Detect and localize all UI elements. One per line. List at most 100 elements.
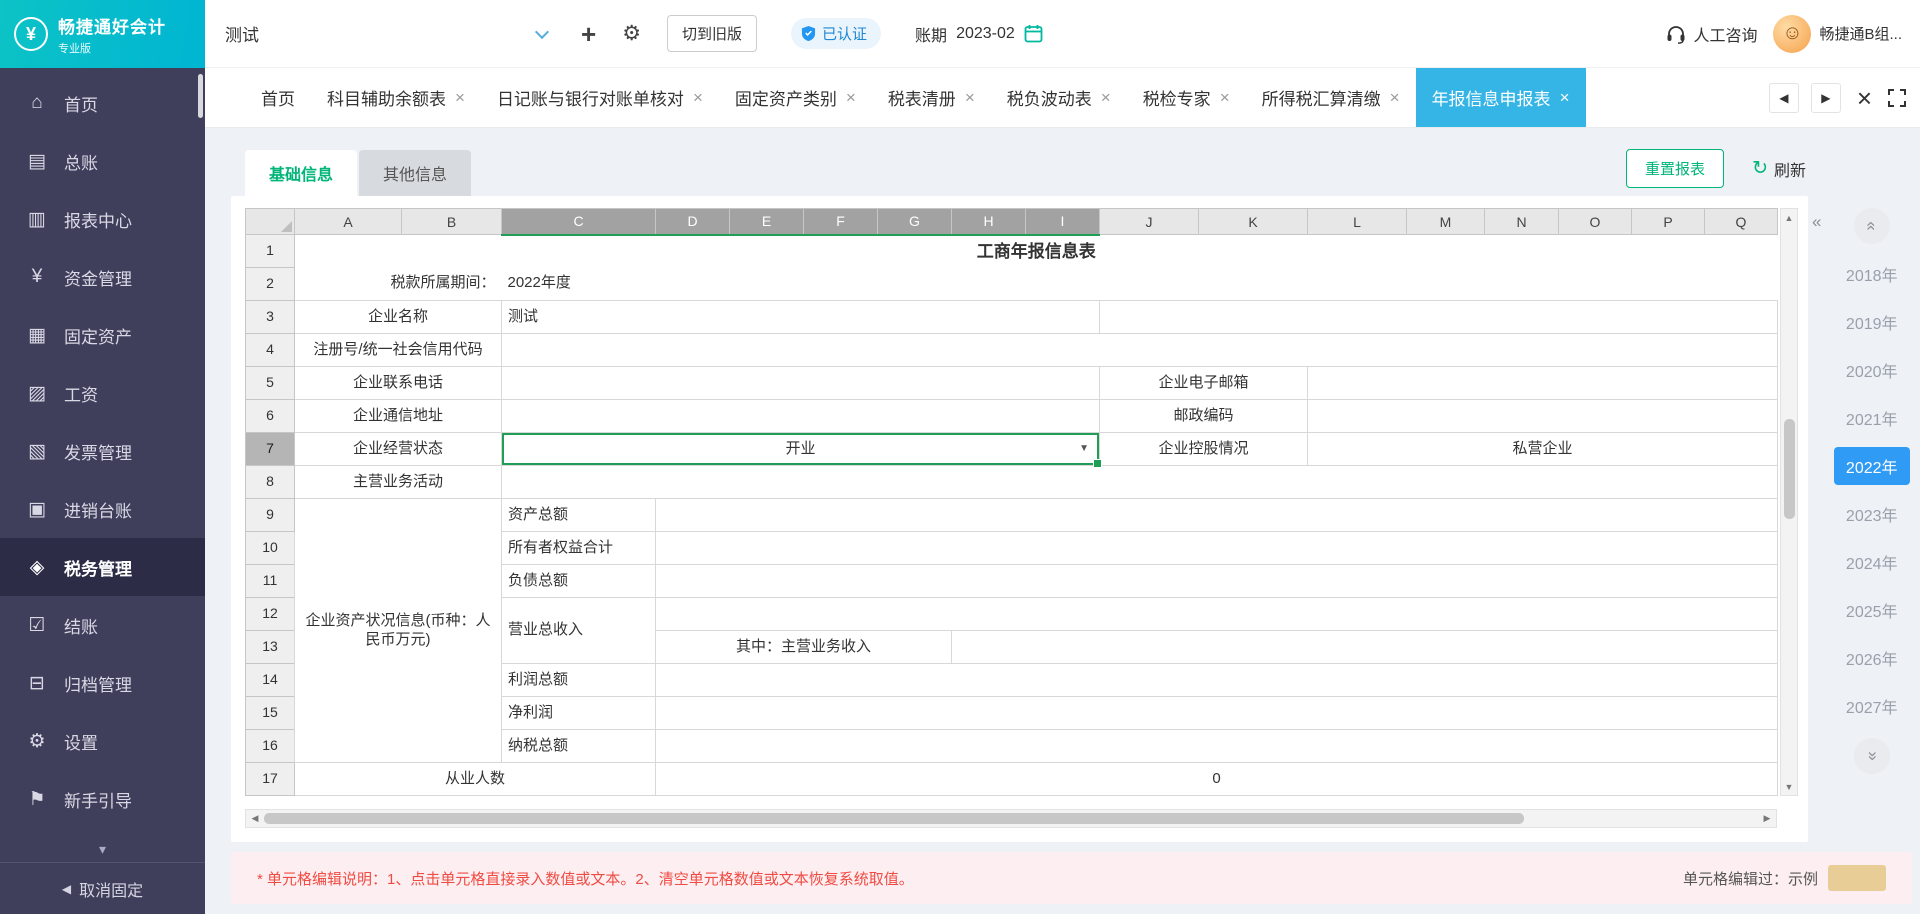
sheet-cell[interactable] bbox=[1307, 366, 1778, 400]
sheet-cell[interactable]: 从业人数 bbox=[294, 762, 656, 796]
select-all-corner[interactable] bbox=[245, 208, 295, 235]
tab-close-icon[interactable]: × bbox=[455, 88, 465, 108]
column-header-E[interactable]: E bbox=[729, 208, 804, 236]
sheet-cell[interactable]: 开业 ▼ bbox=[501, 432, 1103, 469]
column-header-M[interactable]: M bbox=[1406, 208, 1485, 235]
row-header-6[interactable]: 6 bbox=[245, 399, 295, 433]
column-header-A[interactable]: A bbox=[294, 208, 402, 235]
sheet-cell[interactable]: 注册号/统一社会信用代码 bbox=[294, 333, 502, 367]
row-header-3[interactable]: 3 bbox=[245, 300, 295, 334]
workspace-tab-0[interactable]: 首页 bbox=[245, 68, 311, 127]
workspace-tab-8[interactable]: 年报信息申报表 × bbox=[1415, 68, 1586, 127]
certified-badge[interactable]: 已认证 bbox=[791, 18, 882, 49]
column-header-N[interactable]: N bbox=[1484, 208, 1559, 235]
add-account-set-button[interactable]: + bbox=[581, 21, 596, 47]
column-header-Q[interactable]: Q bbox=[1704, 208, 1778, 235]
sidebar-item-settings[interactable]: ⚙ 设置 bbox=[0, 712, 205, 770]
sheet-cell[interactable]: 测试 bbox=[501, 300, 1100, 334]
sheet-cell[interactable]: 纳税总额 bbox=[501, 729, 656, 763]
refresh-button[interactable]: ↻ 刷新 bbox=[1752, 157, 1806, 181]
sheet-cell[interactable]: 企业资产状况信息(币种：人民币万元) bbox=[294, 498, 502, 763]
row-header-16[interactable]: 16 bbox=[245, 729, 295, 763]
accounting-period[interactable]: 账期 2023-02 bbox=[915, 22, 1043, 46]
switch-old-version-button[interactable]: 切到旧版 bbox=[667, 15, 758, 52]
sheet-cell[interactable] bbox=[655, 729, 1778, 763]
tab-close-icon[interactable]: × bbox=[693, 88, 703, 108]
years-scroll-up-button[interactable]: « bbox=[1853, 208, 1890, 244]
sheet-cell[interactable]: 私营企业 bbox=[1307, 432, 1778, 466]
account-set-selector[interactable]: 测试 bbox=[225, 21, 555, 46]
row-header-7[interactable]: 7 bbox=[245, 432, 295, 466]
sidebar-item-fund-management[interactable]: ¥ 资金管理 bbox=[0, 248, 205, 306]
workspace-tab-1[interactable]: 科目辅助余额表 × bbox=[311, 68, 481, 127]
years-scroll-down-button[interactable]: « bbox=[1853, 738, 1890, 774]
subtab-0[interactable]: 基础信息 bbox=[245, 150, 358, 196]
year-item-2022[interactable]: 2022年 bbox=[1833, 447, 1910, 485]
sheet-cell[interactable]: 企业电子邮箱 bbox=[1099, 366, 1308, 400]
row-header-12[interactable]: 12 bbox=[245, 597, 295, 631]
column-header-O[interactable]: O bbox=[1558, 208, 1632, 235]
sheet-cell[interactable]: 资产总额 bbox=[501, 498, 656, 532]
year-item-2019[interactable]: 2019年 bbox=[1834, 303, 1910, 341]
row-header-2[interactable]: 2 bbox=[245, 267, 295, 301]
sheet-cell[interactable] bbox=[655, 696, 1778, 730]
sheet-cell[interactable]: 主营业务活动 bbox=[294, 465, 502, 499]
sheet-cell[interactable] bbox=[951, 630, 1778, 664]
column-header-P[interactable]: P bbox=[1631, 208, 1705, 235]
close-tabs-icon[interactable]: × bbox=[1857, 85, 1872, 111]
row-header-9[interactable]: 9 bbox=[245, 498, 295, 532]
sheet-cell[interactable]: 其中：主营业务收入 bbox=[655, 630, 952, 664]
sidebar-item-beginner-guide[interactable]: ⚑ 新手引导 bbox=[0, 770, 205, 828]
unpin-sidebar-button[interactable]: ◀ 取消固定 bbox=[0, 862, 205, 914]
horizontal-scroll-thumb[interactable] bbox=[264, 813, 1524, 824]
year-item-2023[interactable]: 2023年 bbox=[1834, 495, 1910, 533]
sheet-cell[interactable]: 所有者权益合计 bbox=[501, 531, 656, 565]
year-item-2027[interactable]: 2027年 bbox=[1834, 687, 1910, 725]
settings-gear-icon[interactable]: ⚙ bbox=[622, 21, 641, 46]
row-header-10[interactable]: 10 bbox=[245, 531, 295, 565]
sheet-cell[interactable]: 企业名称 bbox=[294, 300, 502, 334]
tab-close-icon[interactable]: × bbox=[965, 88, 975, 108]
sidebar-item-report-center[interactable]: ▥ 报表中心 bbox=[0, 190, 205, 248]
row-header-13[interactable]: 13 bbox=[245, 630, 295, 664]
row-header-8[interactable]: 8 bbox=[245, 465, 295, 499]
sheet-cell[interactable]: 邮政编码 bbox=[1099, 399, 1308, 433]
column-header-G[interactable]: G bbox=[877, 208, 952, 236]
sidebar-item-payroll[interactable]: ▨ 工资 bbox=[0, 364, 205, 422]
sheet-cell[interactable] bbox=[501, 333, 1778, 367]
row-header-14[interactable]: 14 bbox=[245, 663, 295, 697]
scroll-tabs-right-icon[interactable]: ▶ bbox=[1810, 82, 1841, 113]
workspace-tab-4[interactable]: 税表清册 × bbox=[872, 68, 991, 127]
sheet-cell[interactable]: 负债总额 bbox=[501, 564, 656, 598]
sidebar-scrollbar-thumb[interactable] bbox=[198, 74, 203, 118]
tab-close-icon[interactable]: × bbox=[1560, 88, 1570, 108]
column-header-K[interactable]: K bbox=[1198, 208, 1308, 235]
sheet-cell[interactable]: 企业通信地址 bbox=[294, 399, 502, 433]
year-item-2021[interactable]: 2021年 bbox=[1834, 399, 1910, 437]
scroll-left-icon[interactable]: ◀ bbox=[246, 813, 264, 824]
sheet-cell[interactable]: 净利润 bbox=[501, 696, 656, 730]
manual-consult-button[interactable]: 人工咨询 bbox=[1666, 22, 1757, 46]
sheet-cell[interactable] bbox=[1099, 300, 1778, 334]
sheet-cell[interactable] bbox=[655, 531, 1778, 565]
row-header-15[interactable]: 15 bbox=[245, 696, 295, 730]
sidebar-item-general-ledger[interactable]: ▤ 总账 bbox=[0, 132, 205, 190]
workspace-tab-5[interactable]: 税负波动表 × bbox=[991, 68, 1127, 127]
year-item-2018[interactable]: 2018年 bbox=[1834, 255, 1910, 293]
row-header-4[interactable]: 4 bbox=[245, 333, 295, 367]
row-header-17[interactable]: 17 bbox=[245, 762, 295, 796]
sheet-cell[interactable] bbox=[501, 399, 1100, 433]
year-item-2024[interactable]: 2024年 bbox=[1834, 543, 1910, 581]
scroll-down-icon[interactable]: ▼ bbox=[1785, 778, 1794, 795]
sheet-cell[interactable]: 企业经营状态 bbox=[294, 432, 502, 466]
sheet-cell[interactable]: 企业联系电话 bbox=[294, 366, 502, 400]
year-item-2025[interactable]: 2025年 bbox=[1834, 591, 1910, 629]
vertical-scroll-thumb[interactable] bbox=[1784, 419, 1795, 519]
vertical-scrollbar[interactable]: ▲ ▼ bbox=[1780, 208, 1798, 796]
sheet-cell[interactable] bbox=[1307, 399, 1778, 433]
subtab-1[interactable]: 其他信息 bbox=[359, 150, 472, 196]
sheet-cell[interactable]: 税款所属期间： bbox=[294, 267, 502, 301]
tab-close-icon[interactable]: × bbox=[1390, 88, 1400, 108]
calendar-icon[interactable] bbox=[1024, 24, 1043, 43]
sheet-cell[interactable]: 企业控股情况 bbox=[1099, 432, 1308, 466]
